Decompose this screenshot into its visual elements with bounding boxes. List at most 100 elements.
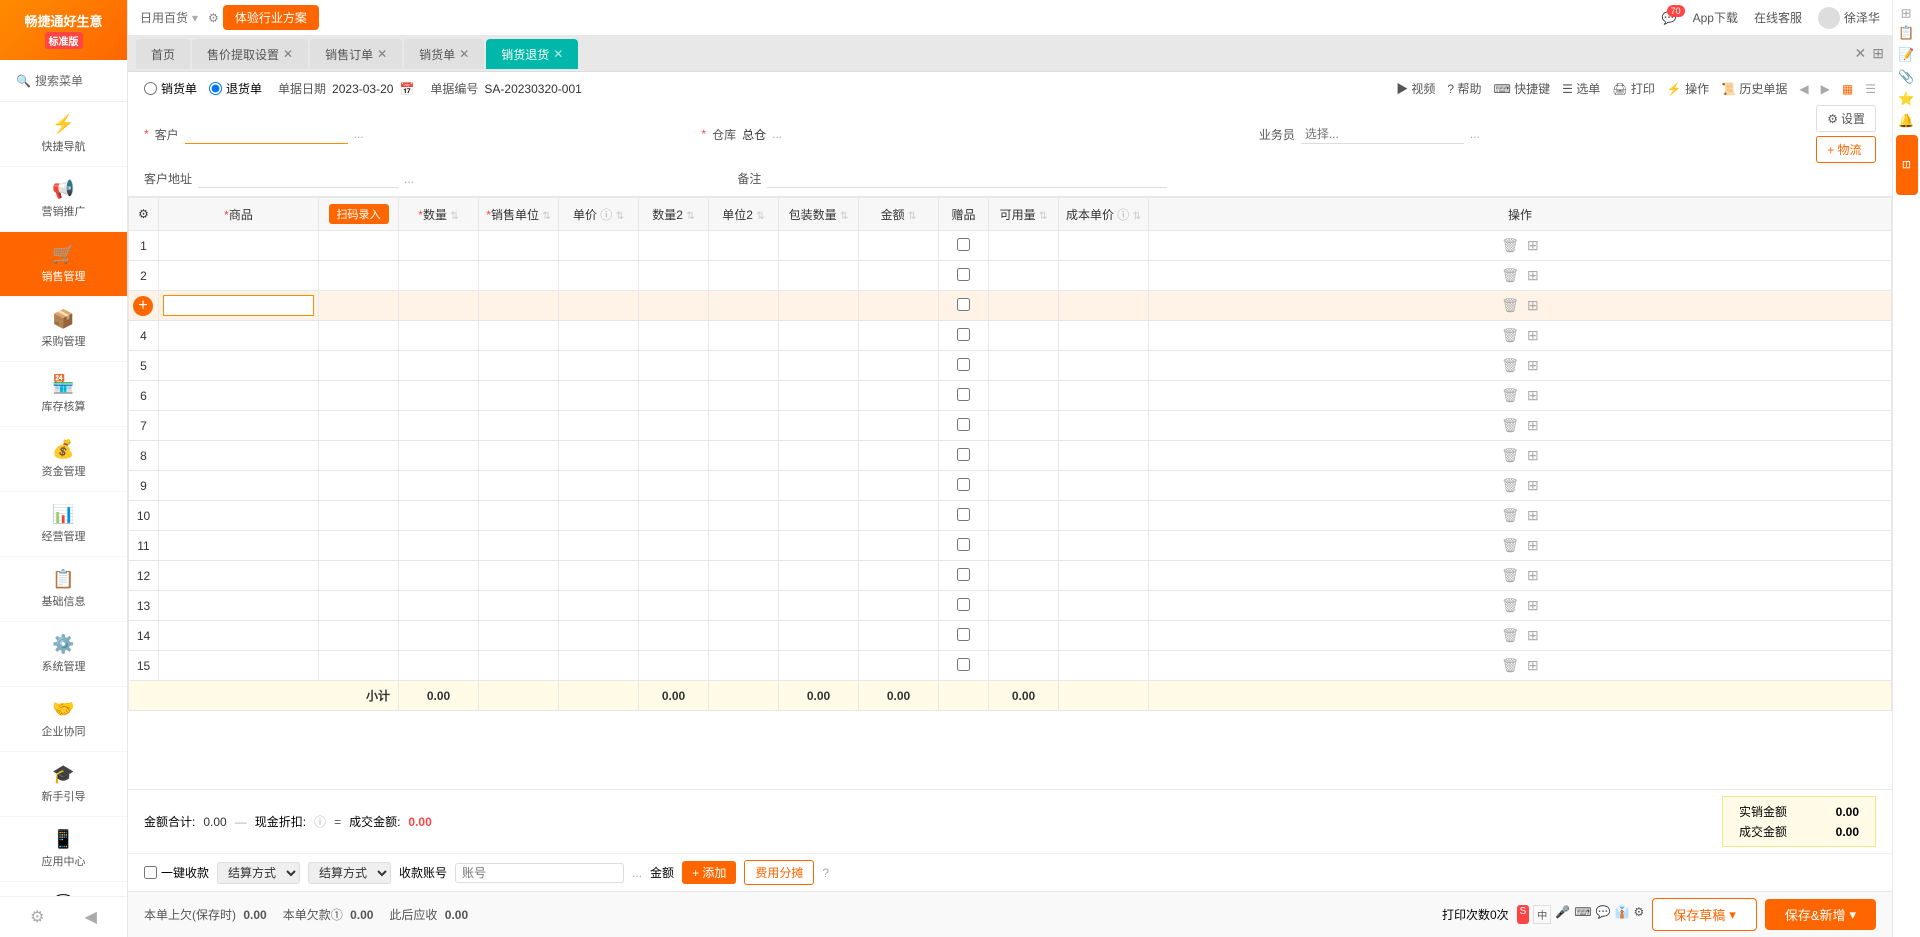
cost-cell[interactable] — [1059, 411, 1149, 441]
gift-cell[interactable] — [939, 351, 989, 381]
available-cell-active[interactable] — [989, 291, 1059, 321]
amount-cell-active[interactable] — [859, 291, 939, 321]
gift-checkbox[interactable] — [957, 478, 970, 491]
sales-unit-cell[interactable] — [479, 381, 559, 411]
qty2-sort-icon[interactable]: ⇅ — [686, 211, 694, 222]
gift-checkbox[interactable] — [957, 598, 970, 611]
unit2-cell[interactable] — [709, 351, 779, 381]
customer-picker-icon[interactable]: ... — [354, 127, 364, 141]
print-btn[interactable]: 🖨 打印 — [1612, 80, 1655, 97]
gift-cell[interactable] — [939, 471, 989, 501]
pkg-cell[interactable] — [779, 471, 859, 501]
add-row-button[interactable]: + — [133, 296, 153, 316]
available-cell[interactable] — [989, 351, 1059, 381]
cost-cell[interactable] — [1059, 321, 1149, 351]
quantity-cell[interactable] — [399, 321, 479, 351]
chinese-icon[interactable]: 中 — [1533, 905, 1551, 924]
sales-unit-cell[interactable] — [479, 501, 559, 531]
unit2-cell[interactable] — [709, 231, 779, 261]
delete-row-button[interactable]: 🗑 — [1499, 445, 1521, 466]
pkg-cell[interactable] — [779, 501, 859, 531]
unit2-cell[interactable] — [709, 621, 779, 651]
radio-sales-label[interactable]: 销货单 — [144, 80, 197, 97]
gift-checkbox[interactable] — [957, 268, 970, 281]
unit2-cell[interactable] — [709, 531, 779, 561]
delete-row-button[interactable]: 🗑 — [1499, 265, 1521, 286]
gift-checkbox[interactable] — [957, 328, 970, 341]
available-cell[interactable] — [989, 261, 1059, 291]
qty2-cell[interactable] — [639, 381, 709, 411]
right-sidebar-icon-3[interactable]: 📝 — [1898, 47, 1914, 63]
qty2-cell[interactable] — [639, 531, 709, 561]
right-sidebar-icon-4[interactable]: 📎 — [1898, 69, 1914, 85]
pkg-cell[interactable] — [779, 441, 859, 471]
unit-price-cell[interactable] — [559, 381, 639, 411]
gift-checkbox[interactable] — [957, 358, 970, 371]
cost-cell[interactable] — [1059, 351, 1149, 381]
next-record-icon[interactable]: ▶ — [1821, 82, 1830, 96]
amount-cell[interactable] — [859, 591, 939, 621]
app-download-link[interactable]: App下载 — [1693, 9, 1738, 26]
topbar-settings-icon[interactable]: ⚙ — [208, 11, 219, 25]
unit-price-cell[interactable] — [559, 321, 639, 351]
unit-price-cell-active[interactable] — [559, 291, 639, 321]
copy-row-button[interactable]: ⊞ — [1525, 565, 1541, 586]
logistics-button[interactable]: + 物流 — [1816, 136, 1876, 163]
available-cell[interactable] — [989, 441, 1059, 471]
cost-cell[interactable] — [1059, 441, 1149, 471]
footer-collapse-icon[interactable]: ◀ — [85, 907, 97, 927]
product-cell[interactable] — [159, 531, 319, 561]
pkg-cell[interactable] — [779, 651, 859, 681]
gift-cell[interactable] — [939, 621, 989, 651]
unit-price-cell[interactable] — [559, 351, 639, 381]
tab-restore-icon[interactable]: ⊞ — [1872, 45, 1884, 62]
amount-cell[interactable] — [859, 351, 939, 381]
delete-row-button[interactable]: 🗑 — [1499, 475, 1521, 496]
delete-row-button[interactable]: 🗑 — [1499, 325, 1521, 346]
product-cell[interactable] — [159, 351, 319, 381]
gift-cell[interactable] — [939, 231, 989, 261]
cost-cell[interactable] — [1059, 561, 1149, 591]
delete-row-button[interactable]: 🗑 — [1499, 505, 1521, 526]
th-settings[interactable]: ⚙ — [129, 198, 159, 231]
available-cell[interactable] — [989, 561, 1059, 591]
qty2-cell[interactable] — [639, 471, 709, 501]
unit2-cell[interactable] — [709, 591, 779, 621]
qty2-cell[interactable] — [639, 621, 709, 651]
unit-price-cell[interactable] — [559, 231, 639, 261]
amount-cell[interactable] — [859, 621, 939, 651]
sidebar-item-enterprise[interactable]: 🤝 企业协同 — [0, 687, 127, 752]
settings2-icon[interactable]: ⚙ — [1633, 905, 1644, 924]
qty2-cell[interactable] — [639, 561, 709, 591]
amount-cell[interactable] — [859, 531, 939, 561]
qty2-cell[interactable] — [639, 351, 709, 381]
amount-cell[interactable] — [859, 231, 939, 261]
delete-row-button[interactable]: 🗑 — [1499, 655, 1521, 676]
amount-cell[interactable] — [859, 501, 939, 531]
delete-row-button[interactable]: 🗑 — [1499, 535, 1521, 556]
unit-price-cell[interactable] — [559, 621, 639, 651]
available-cell[interactable] — [989, 531, 1059, 561]
cost-sort-icon[interactable]: ⇅ — [1133, 211, 1141, 222]
unit2-cell[interactable] — [709, 411, 779, 441]
delete-row-button[interactable]: 🗑 — [1499, 235, 1521, 256]
quantity-cell[interactable] — [399, 471, 479, 501]
amount-cell[interactable] — [859, 321, 939, 351]
sidebar-item-system[interactable]: ⚙️ 系统管理 — [0, 622, 127, 687]
customer-input[interactable] — [185, 125, 348, 144]
quantity-cell[interactable] — [399, 651, 479, 681]
address-picker-icon[interactable]: ... — [404, 172, 414, 186]
keyboard-icon[interactable]: ⌨ — [1574, 905, 1591, 924]
save-new-button[interactable]: 保存&新增 ▾ — [1765, 899, 1876, 930]
experience-button[interactable]: 体验行业方案 — [223, 5, 319, 30]
gift-checkbox[interactable] — [957, 418, 970, 431]
available-cell[interactable] — [989, 411, 1059, 441]
quantity-cell[interactable] — [399, 561, 479, 591]
unit-price-cell[interactable] — [559, 561, 639, 591]
right-sidebar-icon-2[interactable]: 📋 — [1898, 25, 1914, 41]
remark-input[interactable] — [767, 169, 1167, 188]
sales-unit-cell[interactable] — [479, 651, 559, 681]
unit-price-cell[interactable] — [559, 411, 639, 441]
available-cell[interactable] — [989, 621, 1059, 651]
available-cell[interactable] — [989, 471, 1059, 501]
